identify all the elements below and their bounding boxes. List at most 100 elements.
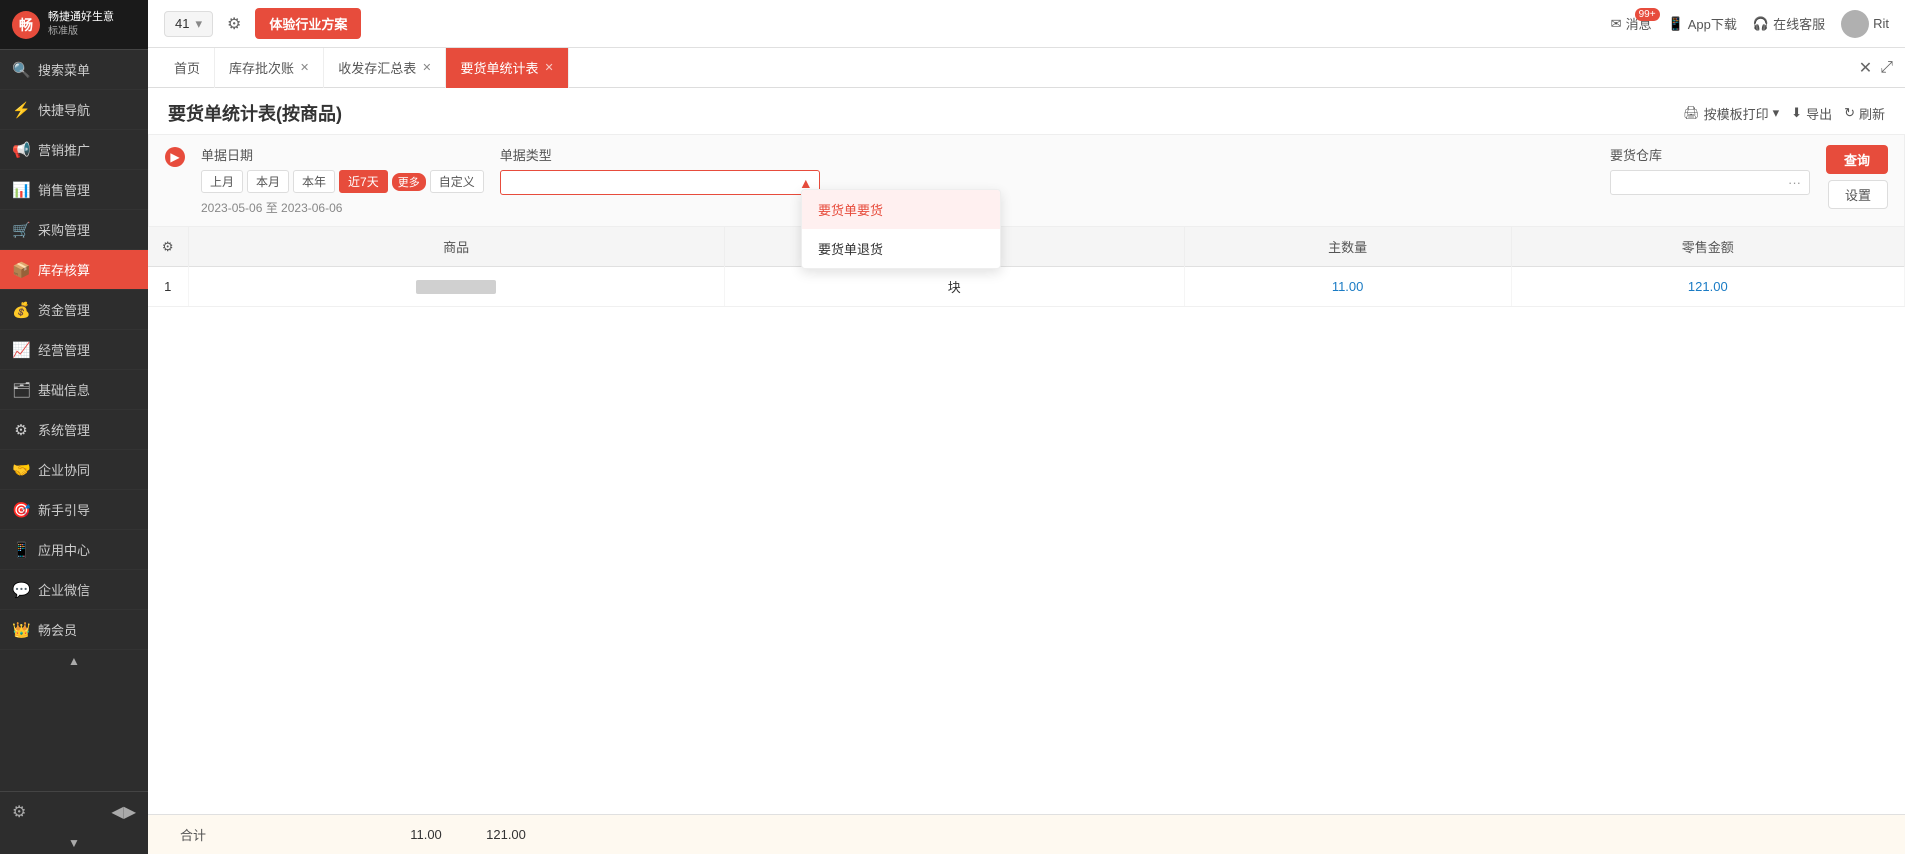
tabs-bar: 首页库存批次账✕收发存汇总表✕要货单统计表✕ ✕ ⤢: [148, 48, 1905, 88]
gear-button[interactable]: ⚙: [223, 10, 245, 38]
finance-icon: 💰: [12, 301, 30, 319]
message-badge: 99+: [1635, 8, 1660, 21]
table-header-row: ⚙ 商品 主计量单位 主数量 零售金额: [148, 227, 1905, 267]
more-badge[interactable]: 更多: [392, 173, 426, 191]
collapse-icon[interactable]: ◀▶: [111, 802, 136, 822]
warehouse-input[interactable]: ···: [1610, 170, 1810, 195]
cell-product: [188, 267, 724, 307]
footer-quantity: 11.00: [386, 827, 466, 842]
query-button[interactable]: 查询: [1826, 145, 1888, 174]
user-name: Rit: [1873, 16, 1889, 31]
purchase-icon: 🛒: [12, 221, 30, 239]
scroll-down-icon[interactable]: ▼: [66, 834, 82, 852]
tab-number-selector[interactable]: 41 ▾: [164, 11, 213, 37]
sidebar-item-marketing[interactable]: 📢 营销推广: [0, 130, 148, 170]
export-icon: ⬇: [1791, 105, 1802, 121]
export-label: 导出: [1806, 104, 1832, 123]
membership-icon: 👑: [12, 621, 30, 639]
print-icon: 🖨: [1683, 105, 1700, 121]
type-filter-label: 单据类型: [500, 145, 1594, 164]
type-filter-input[interactable]: ▲: [500, 170, 820, 195]
close-all-tabs-button[interactable]: ✕: [1859, 58, 1872, 78]
dropdown-item-order-return[interactable]: 要货单退货: [802, 229, 1000, 268]
operations-icon: 📈: [12, 341, 30, 359]
sidebar-item-sales[interactable]: 📊 销售管理: [0, 170, 148, 210]
export-action[interactable]: ⬇ 导出: [1791, 104, 1832, 123]
warehouse-filter-group: 要货仓库 ···: [1610, 145, 1810, 195]
tab-home[interactable]: 首页: [160, 48, 215, 88]
sidebar-item-system[interactable]: ⚙ 系统管理: [0, 410, 148, 450]
type-input-field[interactable]: [501, 171, 793, 194]
sidebar-item-cooperation[interactable]: 🤝 企业协同: [0, 450, 148, 490]
cell-amount: 121.00: [1511, 267, 1904, 307]
sidebar-item-label-quick-nav: 快捷导航: [38, 100, 90, 119]
table-row: 1 块 11.00 121.00: [148, 267, 1905, 307]
cell-unit: 块: [724, 267, 1184, 307]
app-download-item[interactable]: 📱 App下载: [1668, 14, 1737, 33]
this-month-btn[interactable]: 本月: [247, 170, 289, 193]
sidebar-item-guide[interactable]: 🎯 新手引导: [0, 490, 148, 530]
sidebar-scroll-up[interactable]: ▲: [0, 650, 148, 672]
sidebar-item-app-center[interactable]: 📱 应用中心: [0, 530, 148, 570]
cooperation-icon: 🤝: [12, 461, 30, 479]
sidebar-item-membership[interactable]: 👑 畅会员: [0, 610, 148, 650]
tab-order-summary[interactable]: 要货单统计表✕: [446, 48, 568, 88]
type-filter-row: ▲: [500, 170, 1594, 195]
refresh-icon: ↻: [1844, 105, 1855, 121]
sidebar-item-operations[interactable]: 📈 经营管理: [0, 330, 148, 370]
avatar-image: [1841, 10, 1869, 38]
inventory-icon: 📦: [12, 261, 30, 279]
settings-icon[interactable]: ⚙: [12, 802, 26, 822]
trial-button[interactable]: 体验行业方案: [255, 8, 361, 39]
filter-actions: 查询 设置: [1826, 145, 1888, 209]
sidebar-bottom: ⚙ ◀▶: [0, 791, 148, 832]
warehouse-dots-icon[interactable]: ···: [1788, 175, 1801, 190]
sidebar-item-search[interactable]: 🔍 搜索菜单: [0, 50, 148, 90]
last-7-days-btn[interactable]: 近7天: [339, 170, 388, 193]
sidebar-item-finance[interactable]: 💰 资金管理: [0, 290, 148, 330]
tab-label-receivable-summary: 收发存汇总表: [338, 58, 416, 77]
settings-button[interactable]: 设置: [1828, 180, 1888, 209]
message-item[interactable]: ✉ 消息 99+: [1611, 14, 1652, 33]
system-icon: ⚙: [12, 421, 30, 439]
sidebar-item-label-system: 系统管理: [38, 420, 90, 439]
sidebar-item-label-wechat: 企业微信: [38, 580, 90, 599]
cell-index: 1: [148, 267, 188, 307]
sidebar-item-label-finance: 资金管理: [38, 300, 90, 319]
close-tab-receivable-summary[interactable]: ✕: [422, 61, 431, 74]
tab-inventory-batch[interactable]: 库存批次账✕: [215, 48, 324, 88]
sidebar-item-wechat[interactable]: 💬 企业微信: [0, 570, 148, 610]
print-action[interactable]: 🖨 按模板打印 ▾: [1683, 104, 1779, 123]
type-dropdown: 要货单要货 要货单退货: [801, 189, 1001, 269]
sidebar-item-purchase[interactable]: 🛒 采购管理: [0, 210, 148, 250]
tab-label-home: 首页: [174, 58, 200, 77]
logo-title: 畅捷通好生意: [48, 10, 114, 25]
app-download-label: App下载: [1688, 14, 1737, 33]
close-tab-inventory-batch[interactable]: ✕: [300, 61, 309, 74]
expand-tabs-button[interactable]: ⤢: [1880, 59, 1893, 77]
user-avatar[interactable]: Rit: [1841, 10, 1889, 38]
sidebar-item-inventory[interactable]: 📦 库存核算: [0, 250, 148, 290]
close-tab-order-summary[interactable]: ✕: [545, 61, 554, 74]
search-icon: 🔍: [12, 61, 30, 79]
custom-date-btn[interactable]: 自定义: [430, 170, 484, 193]
sidebar-scroll-down[interactable]: ▼: [0, 832, 148, 854]
last-month-btn[interactable]: 上月: [201, 170, 243, 193]
app-download-icon: 📱: [1668, 16, 1684, 32]
quick-nav-icon: ⚡: [12, 101, 30, 119]
filter-bar: ▶ 单据日期 上月 本月 本年 近7天 更多 自定义 2023-05-06 至 …: [148, 134, 1905, 227]
this-year-btn[interactable]: 本年: [293, 170, 335, 193]
sidebar-item-label-marketing: 营销推广: [38, 140, 90, 159]
filter-expand-button[interactable]: ▶: [165, 147, 185, 167]
refresh-action[interactable]: ↻ 刷新: [1844, 104, 1885, 123]
scroll-up-icon[interactable]: ▲: [66, 652, 82, 670]
sidebar-item-basic-info[interactable]: 🗂 基础信息: [0, 370, 148, 410]
sidebar-item-quick-nav[interactable]: ⚡ 快捷导航: [0, 90, 148, 130]
sidebar-item-label-basic-info: 基础信息: [38, 380, 90, 399]
tab-receivable-summary[interactable]: 收发存汇总表 ✕: [324, 48, 446, 88]
col-settings[interactable]: ⚙: [148, 227, 188, 267]
online-service-item[interactable]: 🎧 在线客服: [1753, 14, 1825, 33]
dropdown-item-order-goods[interactable]: 要货单要货: [802, 190, 1000, 229]
tab-count: 41: [175, 16, 189, 31]
table-footer: 合计 11.00 121.00: [148, 814, 1905, 854]
